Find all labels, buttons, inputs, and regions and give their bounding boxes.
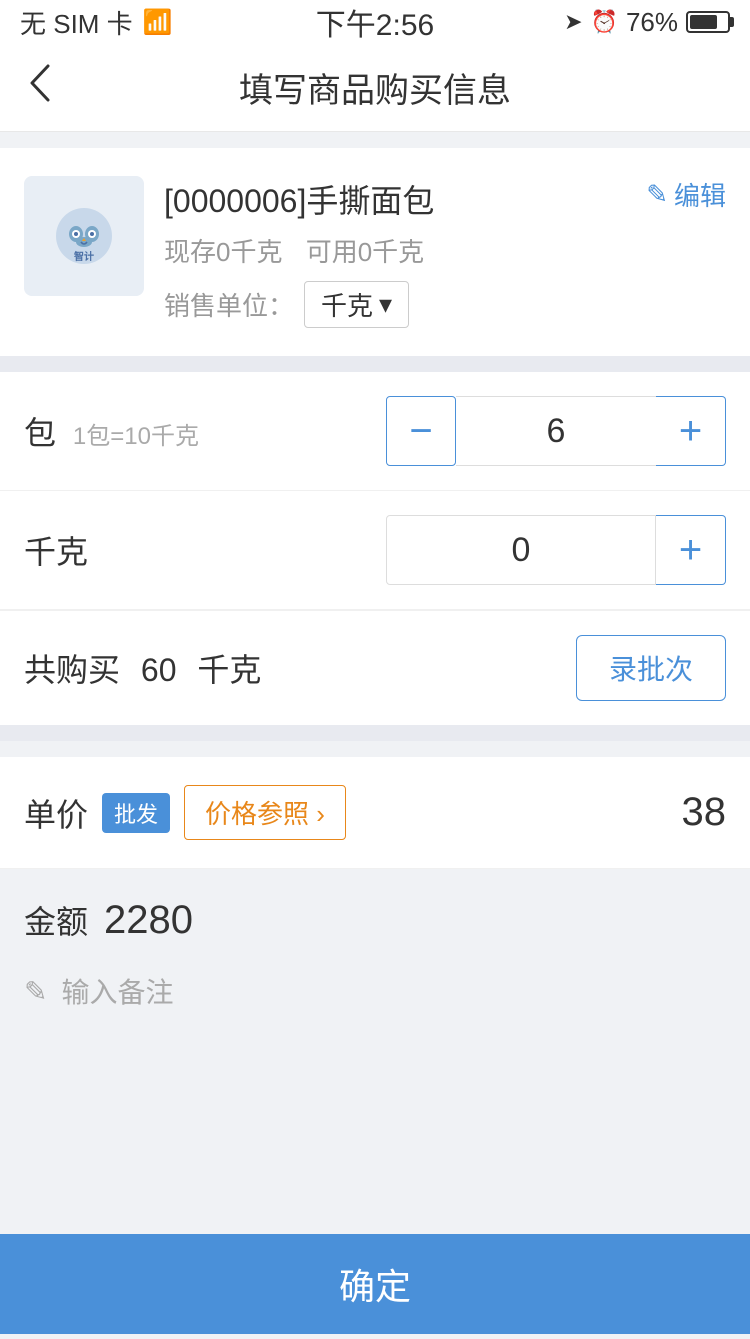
kg-label: 千克	[24, 527, 204, 573]
batch-button[interactable]: 录批次	[576, 635, 726, 701]
time-text: 下午2:56	[316, 0, 434, 44]
section-divider-2	[0, 725, 750, 741]
battery-text: 76%	[626, 7, 678, 38]
nav-bar: 填写商品购买信息	[0, 44, 750, 132]
total-text: 共购买 60 千克	[24, 645, 261, 691]
note-row[interactable]: ✎ 输入备注	[24, 963, 726, 1019]
edit-icon: ✎	[646, 179, 668, 210]
price-ref-button[interactable]: 价格参照 ›	[184, 785, 346, 840]
amount-label: 金额	[24, 897, 88, 943]
product-stock: 现存0千克 可用0千克	[164, 232, 726, 269]
total-row: 共购买 60 千克 录批次	[0, 610, 750, 725]
price-label: 单价 批发 价格参照 ›	[24, 785, 346, 840]
carrier-text: 无 SIM 卡	[20, 4, 133, 41]
form-section: 包 1包=10千克 − + 千克 + 共购买 60 千克 录批次	[0, 372, 750, 725]
wifi-icon: 📶	[143, 8, 173, 37]
price-section: 单价 批发 价格参照 › 38	[0, 757, 750, 869]
amount-section: 金额 2280 ✎ 输入备注	[0, 869, 750, 1039]
status-bar: 无 SIM 卡 📶 下午2:56 ➤ ⏰ 76%	[0, 0, 750, 44]
bag-minus-button[interactable]: −	[386, 396, 456, 466]
product-info: [0000006]手撕面包 现存0千克 可用0千克 销售单位： 千克 ▾	[164, 176, 726, 328]
price-row: 单价 批发 价格参照 › 38	[0, 757, 750, 869]
bag-label: 包 1包=10千克	[24, 408, 204, 454]
bag-input[interactable]	[456, 396, 656, 466]
edit-button[interactable]: ✎ 编辑	[646, 176, 726, 213]
price-value: 38	[682, 790, 727, 835]
pencil-icon: ✎	[24, 975, 47, 1008]
bag-stepper: − +	[204, 396, 726, 466]
location-icon: ➤	[564, 9, 582, 35]
battery-icon	[686, 11, 730, 33]
product-unit: 销售单位： 千克 ▾	[164, 281, 726, 328]
kg-control: +	[204, 515, 726, 585]
amount-row: 金额 2280	[24, 897, 726, 943]
amount-value: 2280	[104, 898, 193, 943]
back-button[interactable]	[24, 60, 54, 116]
note-placeholder: 输入备注	[61, 971, 173, 1011]
unit-select[interactable]: 千克 ▾	[304, 281, 409, 328]
product-card: 智计 [0000006]手撕面包 现存0千克 可用0千克 销售单位： 千克 ▾ …	[0, 148, 750, 356]
kg-input[interactable]	[386, 515, 656, 585]
svg-text:智计: 智计	[74, 250, 94, 263]
product-name: [0000006]手撕面包	[164, 176, 726, 222]
page-title: 填写商品购买信息	[239, 63, 511, 112]
product-image: 智计	[24, 176, 144, 296]
confirm-button[interactable]: 确定	[0, 1234, 750, 1334]
kg-row: 千克 +	[0, 491, 750, 610]
alarm-icon: ⏰	[591, 9, 618, 35]
bag-plus-button[interactable]: +	[656, 396, 726, 466]
bag-hint: 1包=10千克	[73, 423, 199, 450]
kg-plus-button[interactable]: +	[656, 515, 726, 585]
section-divider-1	[0, 356, 750, 372]
wholesale-tag: 批发	[102, 793, 170, 833]
bag-row: 包 1包=10千克 − +	[0, 372, 750, 491]
bottom-filler	[0, 1039, 750, 1239]
